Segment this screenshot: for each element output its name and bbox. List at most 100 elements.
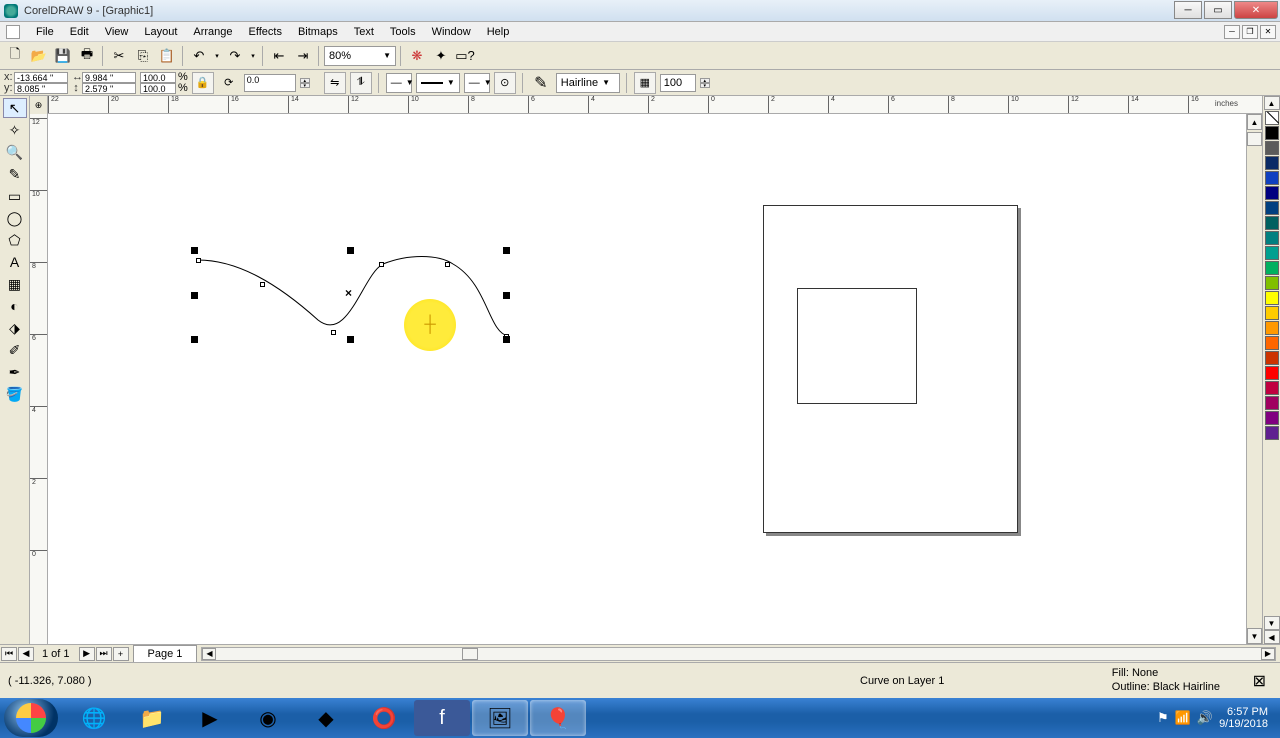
scroll-left-button[interactable]: ◀ <box>202 648 216 660</box>
whats-this-button[interactable]: ▭? <box>454 45 476 67</box>
color-swatch[interactable] <box>1265 246 1279 260</box>
palette-down-button[interactable]: ▼ <box>1264 616 1280 630</box>
copy-button[interactable]: ⎘ <box>132 45 154 67</box>
menu-effects[interactable]: Effects <box>241 24 290 40</box>
prev-page-button[interactable]: ◀ <box>18 647 34 661</box>
color-swatch[interactable] <box>1265 171 1279 185</box>
color-swatch[interactable] <box>1265 141 1279 155</box>
cut-button[interactable]: ✂ <box>108 45 130 67</box>
line-style-combo[interactable]: ▼ <box>416 73 460 93</box>
tray-clock[interactable]: 6:57 PM 9/19/2018 <box>1219 706 1268 730</box>
mdi-minimize-button[interactable]: ─ <box>1224 25 1240 39</box>
shape-tool[interactable]: ✧ <box>3 120 27 140</box>
selection-handle[interactable] <box>191 336 198 343</box>
scroll-down-button[interactable]: ▼ <box>1247 628 1262 644</box>
taskbar-irfanview[interactable]: 🖼 <box>472 700 528 736</box>
palette-flyout-button[interactable]: ◀ <box>1264 630 1280 644</box>
color-swatch[interactable] <box>1265 231 1279 245</box>
auto-close-button[interactable]: ⊙ <box>494 72 516 94</box>
start-button[interactable] <box>4 699 58 737</box>
menu-bitmaps[interactable]: Bitmaps <box>290 24 346 40</box>
color-swatch[interactable] <box>1265 306 1279 320</box>
print-button[interactable]: 🖶 <box>76 45 98 67</box>
document-control-icon[interactable] <box>6 25 20 39</box>
horizontal-scrollbar[interactable]: ◀ ▶ <box>201 647 1276 661</box>
lock-ratio-button[interactable]: 🔒 <box>192 72 214 94</box>
vertical-ruler[interactable]: 121086420 <box>30 114 48 644</box>
selection-handle[interactable] <box>347 247 354 254</box>
curve-object[interactable] <box>188 244 528 364</box>
wrap-text-button[interactable]: ✎ <box>530 72 552 94</box>
ruler-origin[interactable]: ⊕ <box>30 96 48 114</box>
eyedropper-tool[interactable]: ✐ <box>3 340 27 360</box>
app-launcher-button[interactable]: ❋ <box>406 45 428 67</box>
x-position-input[interactable]: -13.664 " <box>14 72 68 83</box>
color-swatch[interactable] <box>1265 201 1279 215</box>
interactive-blend-tool[interactable]: ⬗ <box>3 318 27 338</box>
selection-handle[interactable] <box>503 292 510 299</box>
color-swatch[interactable] <box>1265 186 1279 200</box>
selection-handle[interactable] <box>191 247 198 254</box>
scroll-thumb[interactable] <box>1247 132 1262 146</box>
menu-view[interactable]: View <box>97 24 137 40</box>
taskbar-explorer[interactable]: 📁 <box>124 700 180 736</box>
export-button[interactable]: ⇥ <box>292 45 314 67</box>
curve-node[interactable] <box>196 258 201 263</box>
taskbar-ie[interactable]: 🌐 <box>66 700 122 736</box>
menu-window[interactable]: Window <box>424 24 479 40</box>
selection-center[interactable]: × <box>345 286 352 300</box>
minimize-button[interactable]: ─ <box>1174 1 1202 19</box>
canvas[interactable]: ┼ × ▲ ▼ <box>48 114 1262 644</box>
opacity-input[interactable]: 100 <box>660 74 696 92</box>
color-swatch[interactable] <box>1265 261 1279 275</box>
height-input[interactable]: 2.579 " <box>82 83 136 94</box>
save-button[interactable]: 💾 <box>52 45 74 67</box>
scale-x-input[interactable]: 100.0 <box>140 72 176 83</box>
fill-tool[interactable]: 🪣 <box>3 384 27 404</box>
taskbar-coreldraw[interactable]: 🎈 <box>530 700 586 736</box>
color-swatch[interactable] <box>1265 426 1279 440</box>
rectangle-tool[interactable]: ▭ <box>3 186 27 206</box>
menu-help[interactable]: Help <box>479 24 518 40</box>
system-tray[interactable]: ⚑ 📶 🔊 6:57 PM 9/19/2018 <box>1157 706 1276 730</box>
zoom-tool[interactable]: 🔍 <box>3 142 27 162</box>
menu-text[interactable]: Text <box>346 24 382 40</box>
menu-file[interactable]: File <box>28 24 62 40</box>
menu-edit[interactable]: Edit <box>62 24 97 40</box>
color-swatch[interactable] <box>1265 321 1279 335</box>
scroll-right-button[interactable]: ▶ <box>1261 648 1275 660</box>
tray-flag-icon[interactable]: ⚑ <box>1157 710 1169 726</box>
taskbar-chrome[interactable]: ◉ <box>240 700 296 736</box>
color-swatch[interactable] <box>1265 276 1279 290</box>
mirror-v-button[interactable]: ⥮ <box>350 72 372 94</box>
taskbar-mediaplayer[interactable]: ▶ <box>182 700 238 736</box>
tray-network-icon[interactable]: 📶 <box>1175 710 1191 726</box>
redo-button[interactable]: ↷ <box>224 45 246 67</box>
polygon-tool[interactable]: ⬠ <box>3 230 27 250</box>
maximize-button[interactable]: ▭ <box>1204 1 1232 19</box>
line-start-combo[interactable]: —▼ <box>386 73 412 93</box>
color-swatch[interactable] <box>1265 156 1279 170</box>
scroll-thumb[interactable] <box>462 648 478 660</box>
selection-handle[interactable] <box>347 336 354 343</box>
color-swatch[interactable] <box>1265 366 1279 380</box>
palette-up-button[interactable]: ▲ <box>1264 96 1280 110</box>
paste-button[interactable]: 📋 <box>156 45 178 67</box>
outline-width-combo[interactable]: Hairline ▼ <box>556 73 620 93</box>
text-tool[interactable]: A <box>3 252 27 272</box>
mdi-restore-button[interactable]: ❐ <box>1242 25 1258 39</box>
color-swatch[interactable] <box>1265 411 1279 425</box>
color-swatch[interactable] <box>1265 396 1279 410</box>
color-swatch[interactable] <box>1265 216 1279 230</box>
tray-volume-icon[interactable]: 🔊 <box>1197 710 1213 726</box>
new-button[interactable]: 🗋 <box>4 45 26 67</box>
selection-handle[interactable] <box>503 336 510 343</box>
outline-tool[interactable]: ✒ <box>3 362 27 382</box>
redo-dropdown[interactable]: ▾ <box>248 45 258 67</box>
open-button[interactable]: 📂 <box>28 45 50 67</box>
color-swatch[interactable] <box>1265 336 1279 350</box>
color-swatch[interactable] <box>1265 291 1279 305</box>
pick-tool[interactable]: ↖ <box>3 98 27 118</box>
add-page-button[interactable]: + <box>113 647 129 661</box>
to-front-button[interactable]: ▦ <box>634 72 656 94</box>
